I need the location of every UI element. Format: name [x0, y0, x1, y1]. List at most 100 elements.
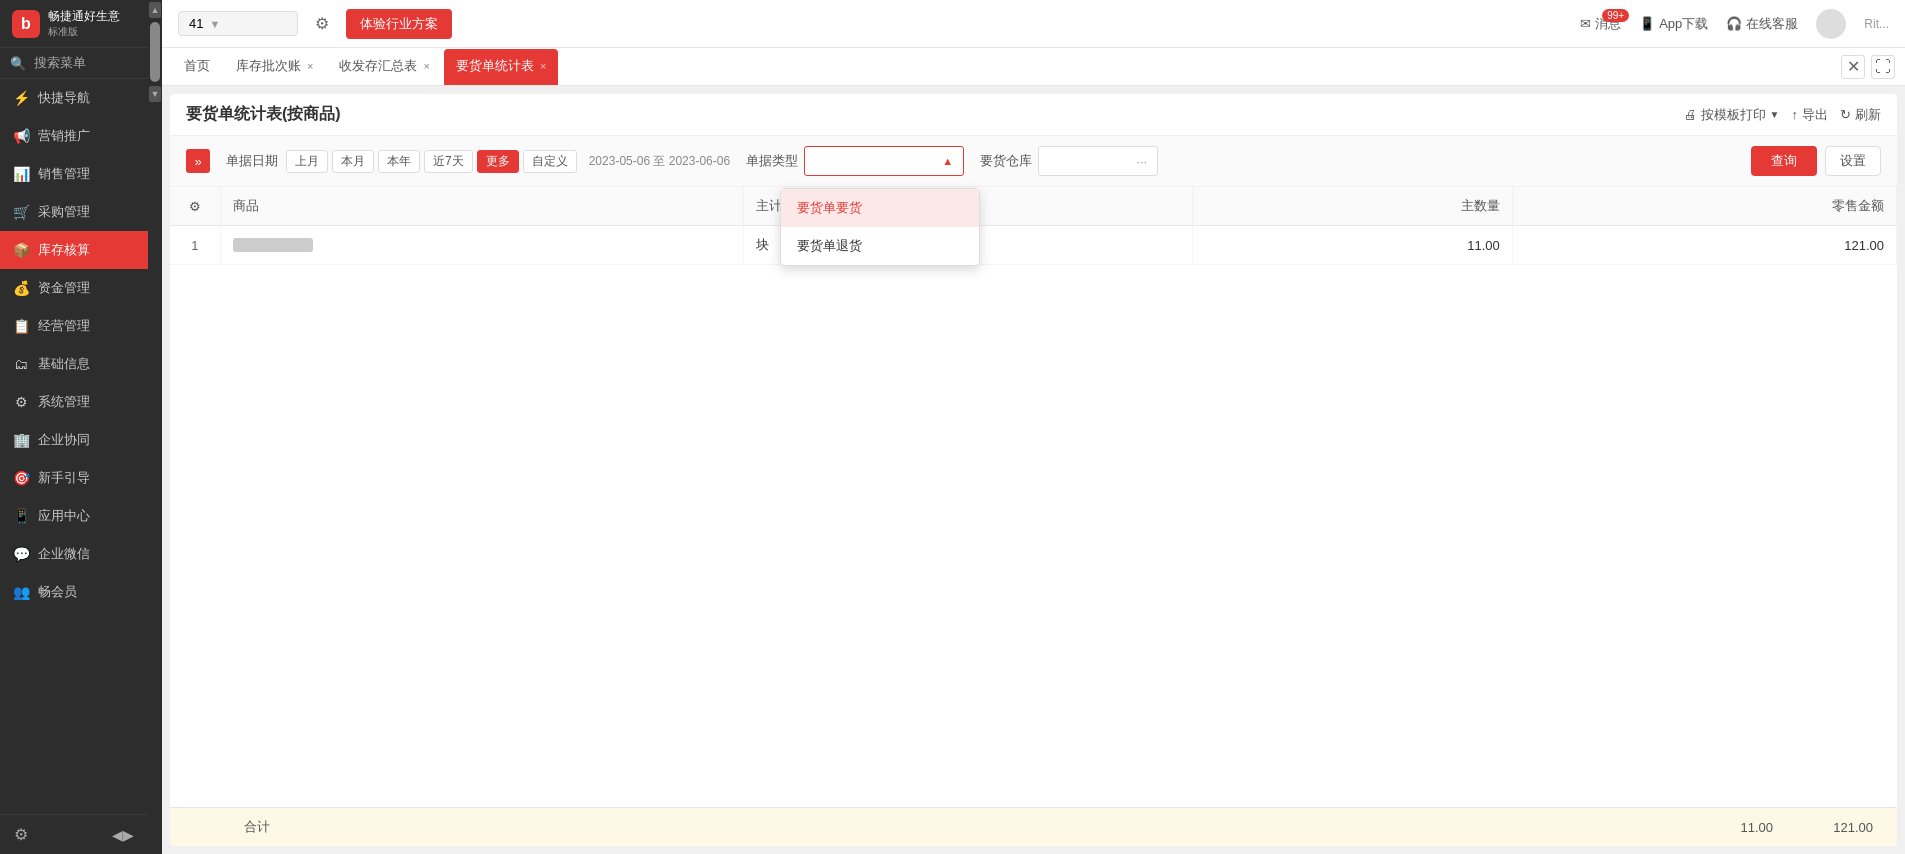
- sidebar-item-label: 销售管理: [38, 165, 90, 183]
- footer-amount: 121.00: [1785, 820, 1885, 835]
- sidebar-item-operations[interactable]: 📋 经营管理: [0, 307, 148, 345]
- table-body: 1 块 11.00 121.00: [170, 226, 1897, 265]
- basic-info-icon: 🗂: [12, 356, 30, 372]
- warehouse-selector[interactable]: ···: [1038, 146, 1158, 176]
- app-download-button[interactable]: 📱 App下载: [1639, 15, 1708, 33]
- sidebar-item-app-center[interactable]: 📱 应用中心: [0, 497, 148, 535]
- dropdown-item-order-return[interactable]: 要货单退货: [781, 227, 979, 265]
- message-badge: 99+: [1602, 9, 1629, 22]
- mobile-icon: 📱: [1639, 16, 1655, 31]
- sidebar-item-marketing[interactable]: 📢 营销推广: [0, 117, 148, 155]
- search-icon: 🔍: [10, 56, 26, 71]
- sidebar-item-label: 新手引导: [38, 469, 90, 487]
- header-gear-button[interactable]: ⚙: [308, 10, 336, 38]
- tab-inventory-batch[interactable]: 库存批次账 ×: [224, 49, 325, 85]
- table-row: 1 块 11.00 121.00: [170, 226, 1897, 265]
- member-icon: 👥: [12, 584, 30, 600]
- table-settings-icon[interactable]: ⚙: [189, 199, 201, 214]
- tabs-bar: 首页 库存批次账 × 收发存汇总表 × 要货单统计表 × ✕ ⛶: [162, 48, 1905, 86]
- user-name: Rit...: [1864, 17, 1889, 31]
- type-selector[interactable]: ▲: [804, 146, 964, 176]
- print-icon: 🖨: [1684, 107, 1697, 122]
- sidebar-item-purchase[interactable]: 🛒 采购管理: [0, 193, 148, 231]
- sidebar-item-system[interactable]: ⚙ 系统管理: [0, 383, 148, 421]
- print-button[interactable]: 🖨 按模板打印 ▼: [1684, 106, 1780, 124]
- user-avatar[interactable]: [1816, 9, 1846, 39]
- chevron-up-icon: ▲: [942, 155, 953, 167]
- sidebar-item-label: 营销推广: [38, 127, 90, 145]
- logo-icon: b: [12, 10, 40, 38]
- table-header-row: ⚙ 商品 主计量单位 主数量 零售金额: [170, 187, 1897, 226]
- goods-name-blurred: [233, 238, 313, 252]
- dropdown-item-label: 要货单退货: [797, 238, 862, 253]
- store-name: 41: [189, 16, 203, 31]
- system-icon: ⚙: [12, 394, 30, 410]
- sidebar-bottom: ⚙ ◀▶: [0, 814, 148, 854]
- expand-tabs-button[interactable]: ⛶: [1871, 55, 1895, 79]
- sidebar-item-label: 采购管理: [38, 203, 90, 221]
- row-num: 1: [170, 226, 220, 265]
- quick-nav-icon: ⚡: [12, 90, 30, 106]
- col-quantity: 主数量: [1193, 187, 1512, 226]
- type-dropdown: 要货单要货 要货单退货: [780, 188, 980, 266]
- this-month-btn[interactable]: 本月: [332, 150, 374, 173]
- row-goods: [220, 226, 744, 265]
- sidebar-item-sales[interactable]: 📊 销售管理: [0, 155, 148, 193]
- store-selector[interactable]: 41 ▼: [178, 11, 298, 36]
- refresh-button[interactable]: ↻ 刷新: [1840, 106, 1881, 124]
- type-filter-group: 单据类型 ▲: [746, 146, 964, 176]
- type-filter-label: 单据类型: [746, 152, 798, 170]
- this-year-btn[interactable]: 本年: [378, 150, 420, 173]
- messages-button[interactable]: ✉ 消息 99+: [1580, 15, 1621, 33]
- close-all-tabs-button[interactable]: ✕: [1841, 55, 1865, 79]
- sidebar-item-wechat[interactable]: 💬 企业微信: [0, 535, 148, 573]
- service-icon: 🎧: [1726, 16, 1742, 31]
- filter-bar: » 单据日期 上月 本月 本年 近7天 更多 自定义 2023-05-06 至 …: [170, 136, 1897, 187]
- tab-close-icon[interactable]: ×: [423, 60, 429, 72]
- last-month-btn[interactable]: 上月: [286, 150, 328, 173]
- chevron-down-icon: ▼: [209, 18, 220, 30]
- export-button[interactable]: ↑ 导出: [1792, 106, 1829, 124]
- sidebar-scroll-up[interactable]: ▲: [149, 2, 161, 18]
- tab-close-icon[interactable]: ×: [307, 60, 313, 72]
- settings-icon[interactable]: ⚙: [14, 825, 28, 844]
- search-menu[interactable]: 🔍 搜索菜单: [0, 48, 148, 79]
- filter-expand-button[interactable]: »: [186, 149, 210, 173]
- tab-home-label: 首页: [184, 57, 210, 75]
- col-settings[interactable]: ⚙: [170, 187, 220, 226]
- sidebar-item-quick-nav[interactable]: ⚡ 快捷导航: [0, 79, 148, 117]
- page-actions: 🖨 按模板打印 ▼ ↑ 导出 ↻ 刷新: [1684, 106, 1881, 124]
- trial-button[interactable]: 体验行业方案: [346, 9, 452, 39]
- page-title: 要货单统计表(按商品): [186, 104, 341, 125]
- tab-close-icon[interactable]: ×: [540, 60, 546, 72]
- expand-icon: »: [194, 154, 201, 169]
- sidebar-item-member[interactable]: 👥 畅会员: [0, 573, 148, 611]
- tab-home[interactable]: 首页: [172, 49, 222, 85]
- online-service-button[interactable]: 🎧 在线客服: [1726, 15, 1798, 33]
- sidebar-item-basic-info[interactable]: 🗂 基础信息: [0, 345, 148, 383]
- dropdown-item-order-goods[interactable]: 要货单要货: [781, 189, 979, 227]
- warehouse-filter-group: 要货仓库 ···: [980, 146, 1158, 176]
- sidebar-item-inventory[interactable]: 📦 库存核算: [0, 231, 148, 269]
- sidebar-item-label: 畅会员: [38, 583, 77, 601]
- tab-order-stats[interactable]: 要货单统计表 ×: [444, 49, 558, 85]
- custom-date-btn[interactable]: 自定义: [523, 150, 577, 173]
- top-header: 41 ▼ ⚙ 体验行业方案 ✉ 消息 99+ 📱 App下载 🎧 在线客服 Ri…: [162, 0, 1905, 48]
- guide-icon: 🎯: [12, 470, 30, 486]
- sidebar-item-guide[interactable]: 🎯 新手引导: [0, 459, 148, 497]
- query-button[interactable]: 查询: [1751, 146, 1817, 176]
- sidebar-scroll-down[interactable]: ▼: [149, 86, 161, 102]
- purchase-icon: 🛒: [12, 204, 30, 220]
- last-7-days-btn[interactable]: 近7天: [424, 150, 473, 173]
- footer-total-label: 合计: [232, 818, 432, 836]
- sidebar-item-label: 应用中心: [38, 507, 90, 525]
- sidebar-item-finance[interactable]: 💰 资金管理: [0, 269, 148, 307]
- tab-receive-summary[interactable]: 收发存汇总表 ×: [327, 49, 441, 85]
- table-settings-button[interactable]: 设置: [1825, 146, 1881, 176]
- more-dates-btn[interactable]: 更多: [477, 150, 519, 173]
- header-right: ✉ 消息 99+ 📱 App下载 🎧 在线客服 Rit...: [1580, 9, 1889, 39]
- brand-version: 标准版: [48, 25, 120, 38]
- collapse-icon[interactable]: ◀▶: [112, 827, 134, 843]
- wechat-icon: 💬: [12, 546, 30, 562]
- sidebar-item-enterprise[interactable]: 🏢 企业协同: [0, 421, 148, 459]
